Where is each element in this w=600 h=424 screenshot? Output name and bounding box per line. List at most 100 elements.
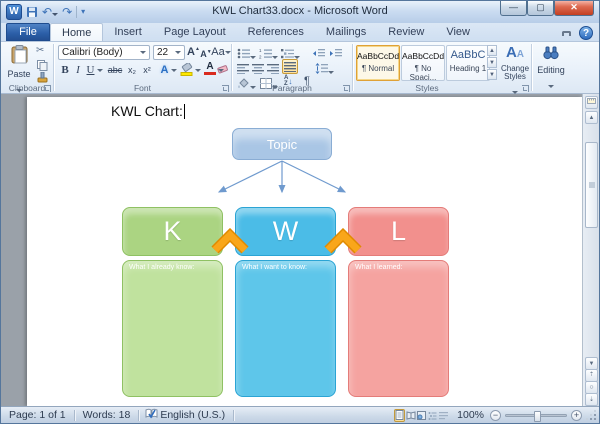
svg-text:1: 1 xyxy=(259,48,262,53)
status-separator xyxy=(233,409,235,421)
chevron-shape-left[interactable] xyxy=(210,228,250,254)
font-size-caret xyxy=(175,51,181,54)
w-body-shape[interactable]: What I want to know: xyxy=(235,260,336,397)
vertical-scrollbar[interactable]: ▲ ▼ ⇡ ○ ⇣ xyxy=(582,94,599,406)
shrink-font-button[interactable]: A ▼ xyxy=(200,47,212,61)
word-window: W ↶ ↷ ▾ KWL Chart33.docx - Microsoft Wor… xyxy=(0,0,600,424)
bold-button[interactable]: B xyxy=(59,63,71,77)
scroll-up-button[interactable]: ▲ xyxy=(585,111,598,124)
close-button[interactable]: ✕ xyxy=(554,1,594,16)
tab-references[interactable]: References xyxy=(237,23,315,41)
cut-button[interactable]: ✂ xyxy=(36,45,44,56)
document-heading: KWL Chart: xyxy=(111,103,185,119)
group-font: Calibri (Body) 22 A ▲ A ▼ Aa B I U abc x₂ … xyxy=(54,42,231,94)
minimize-ribbon-icon[interactable] xyxy=(562,30,571,36)
styles-more-button[interactable]: ▼ xyxy=(487,69,497,80)
zoom-slider-thumb[interactable] xyxy=(534,410,541,422)
language-indicator[interactable]: English (U.S.) xyxy=(158,409,227,421)
tab-home[interactable]: Home xyxy=(50,23,104,41)
ruler-icon xyxy=(587,98,596,104)
arrow-left xyxy=(217,160,283,193)
style-card-no-spacing[interactable]: AaBbCcDd ¶ No Spaci... xyxy=(401,45,445,81)
justify-button[interactable] xyxy=(282,59,298,74)
web-layout-icon xyxy=(417,410,427,420)
titlebar[interactable]: W ↶ ↷ ▾ KWL Chart33.docx - Microsoft Wor… xyxy=(1,1,599,23)
styles-dialog-launcher[interactable] xyxy=(522,85,529,92)
font-size-combo[interactable]: 22 xyxy=(153,45,185,60)
chevron-shape-right[interactable] xyxy=(323,228,363,254)
superscript-button[interactable]: x² xyxy=(140,63,154,77)
style-card-normal[interactable]: AaBbCcDd ¶ Normal xyxy=(356,45,400,81)
zoom-out-button[interactable]: − xyxy=(490,409,501,421)
maximize-button[interactable]: ▢ xyxy=(527,1,554,16)
word-count[interactable]: Words: 18 xyxy=(81,409,133,421)
status-bar: Page: 1 of 1 Words: 18 English (U.S.) 10… xyxy=(1,406,599,423)
line-spacing-button[interactable] xyxy=(315,61,334,79)
k-sublabel: What I already know: xyxy=(129,264,195,271)
tab-mailings[interactable]: Mailings xyxy=(315,23,377,41)
page[interactable]: KWL Chart: Topic K What I already know: xyxy=(27,97,582,406)
text-effects-button[interactable]: A xyxy=(158,63,171,77)
w-header-shape[interactable]: W xyxy=(235,207,336,256)
spellcheck-button[interactable] xyxy=(145,408,158,423)
tab-page-layout[interactable]: Page Layout xyxy=(153,23,237,41)
paragraph-dialog-launcher[interactable] xyxy=(343,85,350,92)
zoom-level[interactable]: 100% xyxy=(455,409,486,421)
zoom-slider-track[interactable] xyxy=(505,410,567,422)
subscript-button[interactable]: x₂ xyxy=(125,63,139,77)
clipboard-dialog-launcher[interactable] xyxy=(44,85,51,92)
l-body-shape[interactable]: What I learned: xyxy=(348,260,449,397)
tab-file[interactable]: File xyxy=(6,23,50,41)
l-letter: L xyxy=(390,216,407,246)
align-center-icon xyxy=(252,64,264,74)
k-body-shape[interactable]: What I already know: xyxy=(122,260,223,397)
group-paragraph: 12 A Z ↓ ¶ Paragraph xyxy=(232,42,352,94)
minimize-button[interactable]: — xyxy=(500,1,527,16)
svg-text:2: 2 xyxy=(259,55,262,60)
strikethrough-button[interactable]: abc xyxy=(106,63,124,77)
ribbon: Paste ✂ Clipboard Calibri (Body) 22 A ▲ … xyxy=(1,42,599,94)
change-styles-icon: AA xyxy=(505,44,525,61)
help-button[interactable]: ? xyxy=(579,26,593,40)
resize-grip[interactable] xyxy=(587,411,596,420)
grow-font-button[interactable]: A ▲ xyxy=(187,45,200,59)
ruler-toggle-button[interactable] xyxy=(585,96,598,109)
topic-arrows xyxy=(217,160,347,194)
draft-view-icon xyxy=(439,411,449,419)
web-layout-view-button[interactable] xyxy=(416,409,427,422)
tab-insert[interactable]: Insert xyxy=(103,23,153,41)
font-color-button[interactable]: A xyxy=(204,62,216,75)
underline-button[interactable]: U xyxy=(85,63,96,77)
styles-scroll-down-button[interactable]: ▼ xyxy=(487,57,497,68)
paste-button[interactable]: Paste xyxy=(4,44,34,92)
line-spacing-caret xyxy=(328,71,334,74)
tab-review[interactable]: Review xyxy=(377,23,435,41)
full-screen-reading-view-button[interactable] xyxy=(405,409,416,422)
highlight-button[interactable] xyxy=(180,62,194,76)
column-l: L What I learned: xyxy=(348,207,449,399)
l-header-shape[interactable]: L xyxy=(348,207,449,256)
group-clipboard: Paste ✂ Clipboard xyxy=(1,42,53,94)
styles-scroll-up-button[interactable]: ▲ xyxy=(487,45,497,56)
text-effects-caret xyxy=(171,69,177,72)
k-header-shape[interactable]: K xyxy=(122,207,223,256)
print-layout-view-button[interactable] xyxy=(394,408,406,422)
font-name-combo[interactable]: Calibri (Body) xyxy=(58,45,150,60)
outline-view-button[interactable] xyxy=(427,409,438,422)
change-case-button[interactable]: Aa xyxy=(211,45,231,59)
page-indicator[interactable]: Page: 1 of 1 xyxy=(7,409,68,421)
tab-view[interactable]: View xyxy=(435,23,481,41)
next-page-button[interactable]: ⇣ xyxy=(585,393,598,406)
font-dialog-launcher[interactable] xyxy=(222,85,229,92)
topic-shape[interactable]: Topic xyxy=(232,128,332,160)
zoom-in-button[interactable]: + xyxy=(571,409,582,421)
italic-button[interactable]: I xyxy=(73,63,83,77)
scrollbar-thumb[interactable] xyxy=(585,142,598,228)
draft-view-button[interactable] xyxy=(438,409,449,422)
style-card-heading1[interactable]: AaBbC Heading 1 xyxy=(446,45,490,81)
decrease-indent-icon xyxy=(313,49,325,57)
editing-button[interactable]: Editing xyxy=(534,46,568,93)
group-editing: Editing xyxy=(532,42,570,94)
outline-view-icon xyxy=(428,411,437,420)
paste-label: Paste xyxy=(7,69,31,79)
